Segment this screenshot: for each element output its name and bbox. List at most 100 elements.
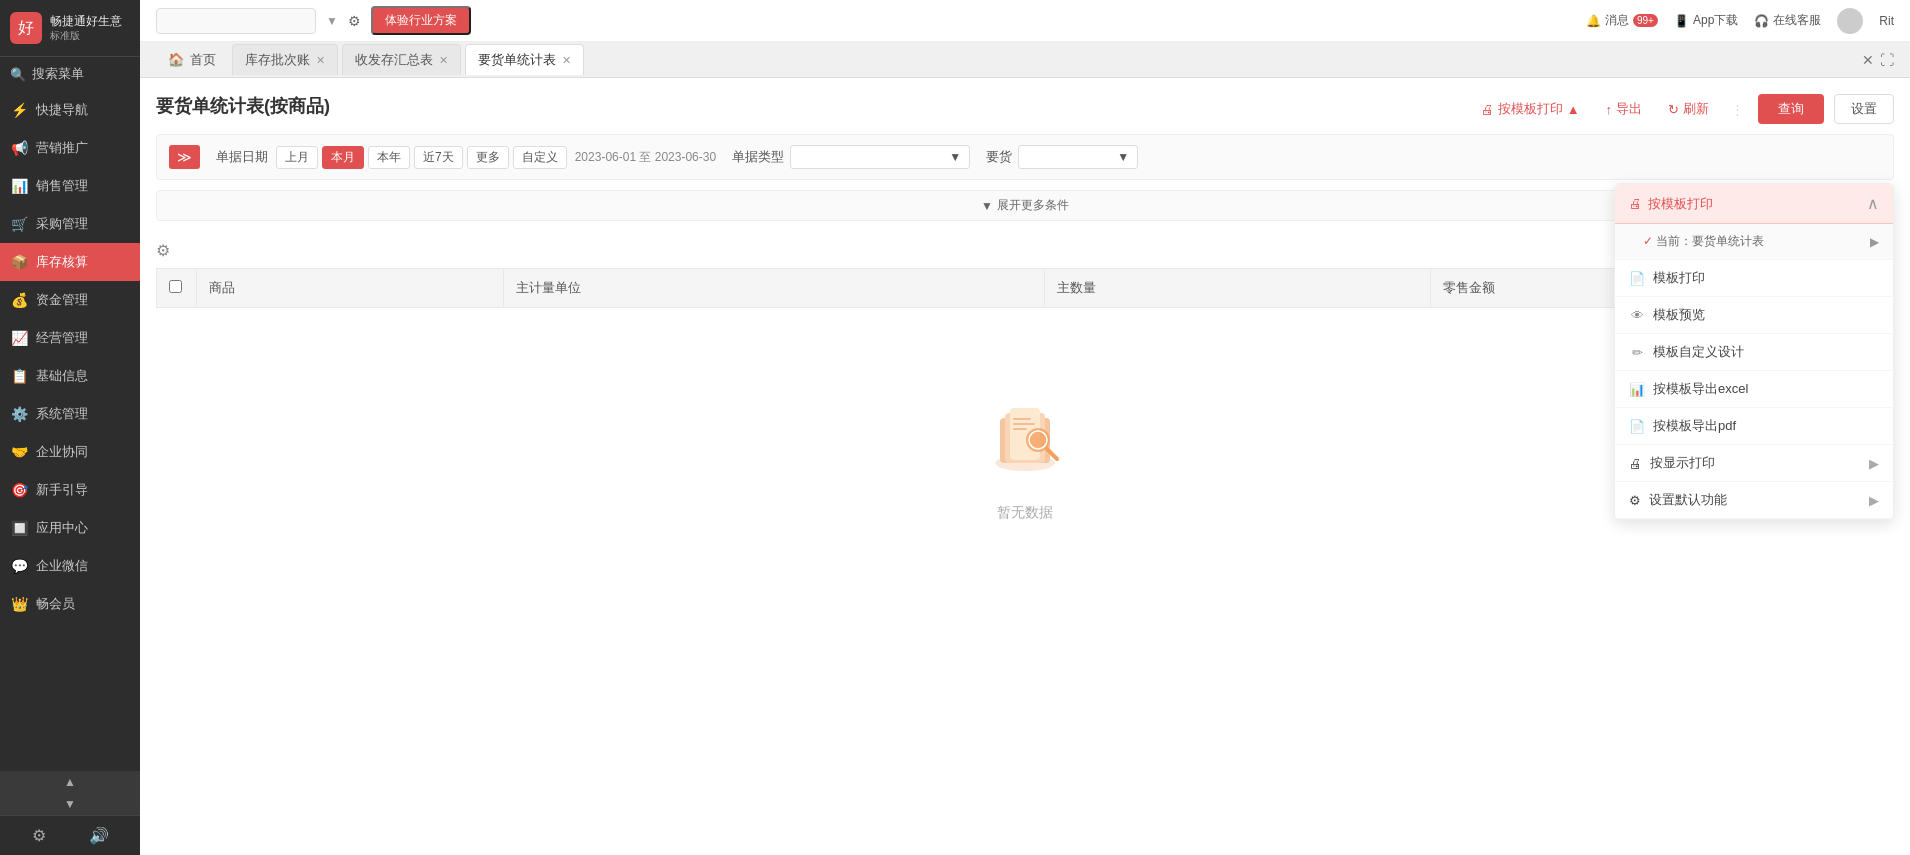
date-year-btn[interactable]: 本年 [368, 146, 410, 169]
sidebar-item-collab[interactable]: 🤝 企业协同 [0, 433, 140, 471]
main-area: ▼ ⚙ 体验行业方案 🔔 消息 99+ 📱 App下载 🎧 在线客服 Rit 🏠 [140, 0, 1910, 855]
topbar-dropdown-icon[interactable]: ▼ [326, 14, 338, 28]
excel-icon: 📊 [1629, 382, 1645, 397]
sound-icon[interactable]: 🔊 [89, 826, 109, 845]
sidebar-item-system[interactable]: ⚙️ 系统管理 [0, 395, 140, 433]
purchase-icon: 🛒 [10, 216, 28, 232]
tab-collect-summary[interactable]: 收发存汇总表 ✕ [342, 44, 461, 75]
dropdown-item-export-excel[interactable]: 📊 按模板导出excel [1615, 371, 1893, 408]
app-download-btn[interactable]: 📱 App下载 [1674, 12, 1738, 29]
select-all-checkbox[interactable] [169, 280, 182, 293]
date-current-month-btn[interactable]: 本月 [322, 146, 364, 169]
close-order-stats-icon[interactable]: ✕ [562, 54, 571, 67]
close-collect-summary-icon[interactable]: ✕ [439, 54, 448, 67]
dropdown-header: 🖨 按模板打印 ∧ [1615, 184, 1893, 224]
sidebar-item-purchase[interactable]: 🛒 采购管理 [0, 205, 140, 243]
display-print-left: 🖨 按显示打印 [1629, 454, 1715, 472]
sidebar-item-sales[interactable]: 📊 销售管理 [0, 167, 140, 205]
sidebar-item-apps[interactable]: 🔲 应用中心 [0, 509, 140, 547]
dropdown-item-label: 模板打印 [1653, 269, 1705, 287]
sidebar-item-inventory[interactable]: 📦 库存核算 [0, 243, 140, 281]
headset-icon: 🎧 [1754, 14, 1769, 28]
trial-btn[interactable]: 体验行业方案 [371, 6, 471, 35]
dropdown-item-label: 按模板导出pdf [1653, 417, 1736, 435]
sidebar-item-operation[interactable]: 📈 经营管理 [0, 319, 140, 357]
action-buttons: 🖨 按模板打印 ▲ ↑ 导出 ↻ 刷新 ⋮ 查询 设置 [1473, 94, 1894, 124]
dropdown-item-template-preview[interactable]: 👁 模板预览 [1615, 297, 1893, 334]
close-window-icon[interactable]: ✕ [1862, 52, 1874, 68]
tab-order-stats-label: 要货单统计表 [478, 51, 556, 69]
msg-badge: 99+ [1633, 14, 1658, 27]
sidebar-item-label: 经营管理 [36, 329, 88, 347]
settings-btn[interactable]: 设置 [1834, 94, 1894, 124]
wechat-icon: 💬 [10, 558, 28, 574]
set-default-icon: ⚙ [1629, 493, 1641, 508]
close-inventory-batch-icon[interactable]: ✕ [316, 54, 325, 67]
dropdown-collapse-icon[interactable]: ∧ [1867, 194, 1879, 213]
sidebar-item-wechat[interactable]: 💬 企业微信 [0, 547, 140, 585]
search-menu-btn[interactable]: 🔍 搜索菜单 [0, 57, 140, 91]
guide-icon: 🎯 [10, 482, 28, 498]
service-btn[interactable]: 🎧 在线客服 [1754, 12, 1821, 29]
sidebar-item-member[interactable]: 👑 畅会员 [0, 585, 140, 623]
empty-icon [975, 388, 1075, 488]
search-menu-label: 搜索菜单 [32, 65, 84, 83]
dropdown-item-label: 模板自定义设计 [1653, 343, 1744, 361]
sidebar-item-guide[interactable]: 🎯 新手引导 [0, 471, 140, 509]
settings-bottom-icon[interactable]: ⚙ [32, 826, 46, 845]
topbar-gear-icon[interactable]: ⚙ [348, 13, 361, 29]
sidebar-bottom: ⚙ 🔊 [0, 815, 140, 855]
marketing-icon: 📢 [10, 140, 28, 156]
date-prev-month-btn[interactable]: 上月 [276, 146, 318, 169]
phone-icon: 📱 [1674, 14, 1689, 28]
sidebar-item-label: 营销推广 [36, 139, 88, 157]
display-print-label: 按显示打印 [1650, 454, 1715, 472]
dropdown-current-item[interactable]: ✓ 当前：要货单统计表 ▶ [1615, 224, 1893, 260]
date-7days-btn[interactable]: 近7天 [414, 146, 463, 169]
table-gear-icon[interactable]: ⚙ [156, 241, 170, 260]
order-type-select[interactable]: ▼ [1018, 145, 1138, 169]
svg-rect-8 [1013, 423, 1035, 425]
date-more-btn[interactable]: 更多 [467, 146, 509, 169]
app-label: App下载 [1693, 12, 1738, 29]
sidebar-scroll-up[interactable]: ▲ [0, 771, 140, 793]
template-print-chevron: ▲ [1567, 102, 1580, 117]
date-custom-btn[interactable]: 自定义 [513, 146, 567, 169]
refresh-btn[interactable]: ↻ 刷新 [1660, 96, 1717, 122]
dropdown-item-export-pdf[interactable]: 📄 按模板导出pdf [1615, 408, 1893, 445]
export-btn[interactable]: ↑ 导出 [1598, 96, 1651, 122]
dropdown-header-left: 🖨 按模板打印 [1629, 195, 1713, 213]
dropdown-title: 按模板打印 [1648, 195, 1713, 213]
topbar-search-input[interactable] [156, 8, 316, 34]
export-icon: ↑ [1606, 102, 1613, 117]
tab-home[interactable]: 🏠 首页 [156, 45, 228, 75]
tab-inventory-batch[interactable]: 库存批次账 ✕ [232, 44, 338, 75]
dropdown-printer-icon: 🖨 [1629, 196, 1642, 211]
order-type-filter: 要货 ▼ [986, 145, 1138, 169]
sidebar-item-finance[interactable]: 💰 资金管理 [0, 281, 140, 319]
template-print-btn[interactable]: 🖨 按模板打印 ▲ [1473, 96, 1588, 122]
dropdown-item-display-print[interactable]: 🖨 按显示打印 ▶ [1615, 445, 1893, 482]
app-name-block: 畅捷通好生意 标准版 [50, 13, 122, 44]
dropdown-item-set-default[interactable]: ⚙ 设置默认功能 ▶ [1615, 482, 1893, 519]
sidebar-item-basic[interactable]: 📋 基础信息 [0, 357, 140, 395]
maximize-window-icon[interactable]: ⛶ [1880, 52, 1894, 68]
avatar[interactable] [1837, 8, 1863, 34]
filter-expand-icon[interactable]: ≫ [169, 145, 200, 169]
tab-collect-summary-label: 收发存汇总表 [355, 51, 433, 69]
query-btn[interactable]: 查询 [1758, 94, 1824, 124]
dropdown-item-template-custom[interactable]: ✏ 模板自定义设计 [1615, 334, 1893, 371]
message-btn[interactable]: 🔔 消息 99+ [1586, 12, 1658, 29]
tab-home-label: 首页 [190, 51, 216, 69]
topbar: ▼ ⚙ 体验行业方案 🔔 消息 99+ 📱 App下载 🎧 在线客服 Rit [140, 0, 1910, 42]
set-default-chevron: ▶ [1869, 493, 1879, 508]
dropdown-item-template-print[interactable]: 📄 模板打印 [1615, 260, 1893, 297]
sidebar-item-quick-nav[interactable]: ⚡ 快捷导航 [0, 91, 140, 129]
set-default-left: ⚙ 设置默认功能 [1629, 491, 1727, 509]
content-area: 要货单统计表(按商品) ≫ 单据日期 上月 本月 本年 近7天 更多 自定义 2… [140, 78, 1910, 855]
sidebar-item-marketing[interactable]: 📢 营销推广 [0, 129, 140, 167]
type-select[interactable]: ▼ [790, 145, 970, 169]
sidebar-scroll-down[interactable]: ▼ [0, 793, 140, 815]
basic-icon: 📋 [10, 368, 28, 384]
tab-order-stats[interactable]: 要货单统计表 ✕ [465, 44, 584, 75]
